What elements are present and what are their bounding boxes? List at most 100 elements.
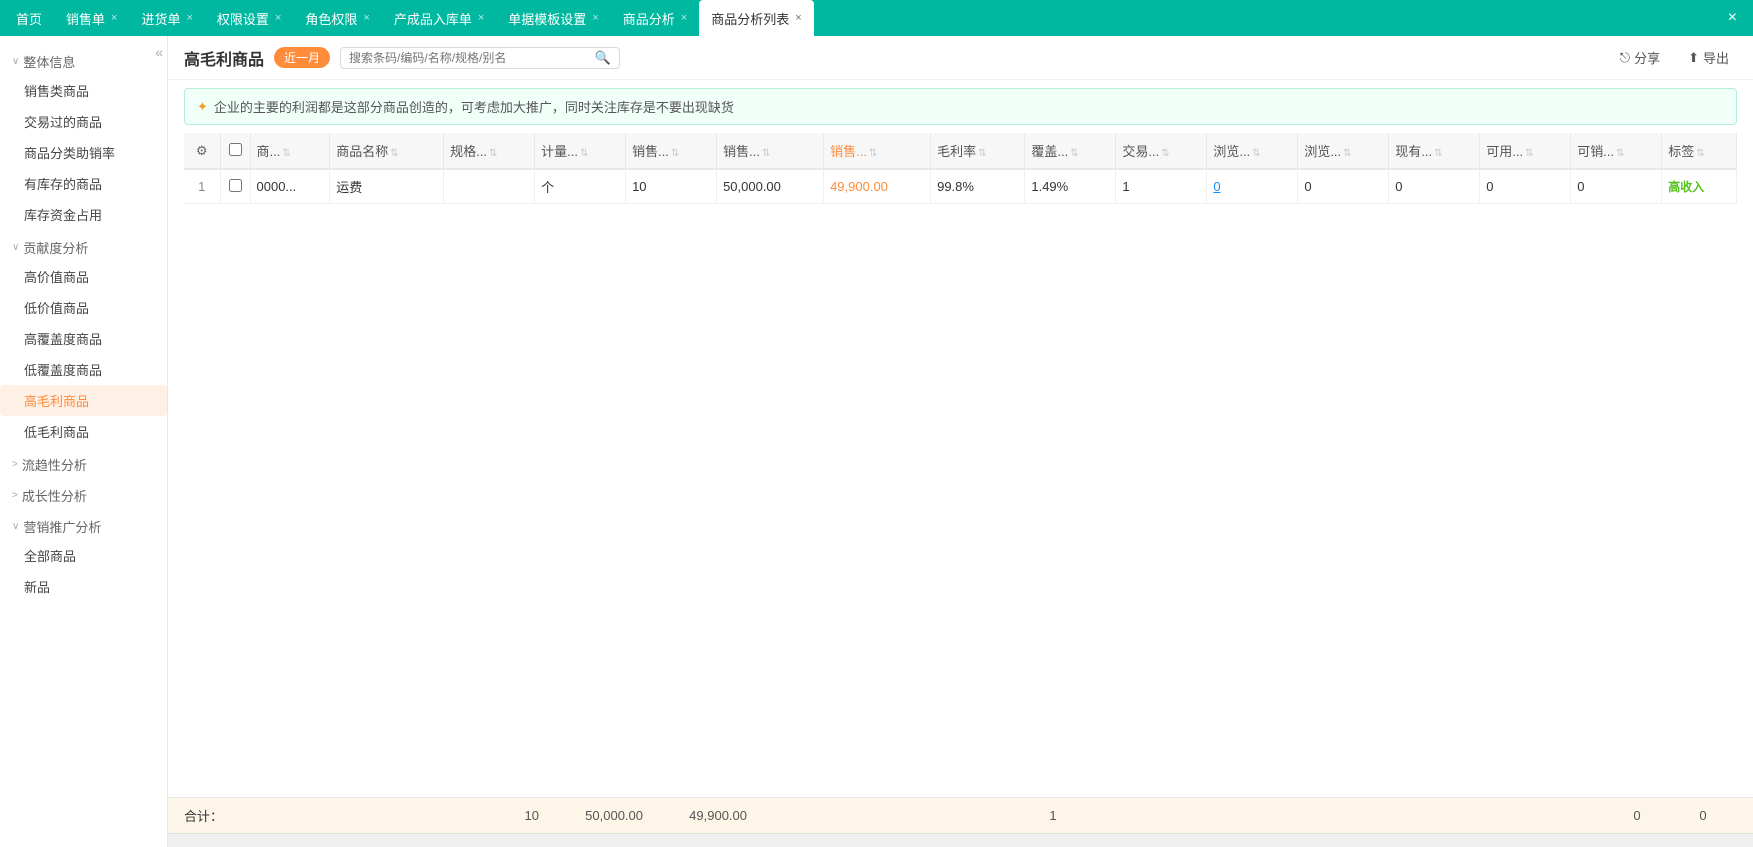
table-header-5[interactable]: 计量...⇅ <box>535 133 626 169</box>
sidebar-item-销售类商品[interactable]: 销售类商品 <box>0 75 167 106</box>
sort-icon-10: ⇅ <box>1070 148 1078 159</box>
table-header-13[interactable]: 浏览...⇅ <box>1298 133 1389 169</box>
nav-item-销售单[interactable]: 销售单× <box>54 0 129 36</box>
row-coverage: 1.49% <box>1025 169 1116 204</box>
info-banner-text: 企业的主要的利润都是这部分商品创造的，可考虑加大推广，同时关注库存是不要出现缺货 <box>214 97 734 116</box>
nav-item-角色权限[interactable]: 角色权限× <box>293 0 381 36</box>
nav-item-权限设置[interactable]: 权限设置× <box>205 0 293 36</box>
header-actions: ⎋ 分享 ⬆ 导出 <box>1612 44 1737 71</box>
row-checkbox[interactable] <box>220 169 250 204</box>
table-row: 10000...运费个1050,000.0049,900.0099.8%1.49… <box>184 169 1737 204</box>
row-current: 0 <box>1389 169 1480 204</box>
table-header-0[interactable]: ⚙ <box>184 133 220 169</box>
table-header-3[interactable]: 商品名称⇅ <box>330 133 444 169</box>
sidebar-group-label-营销推广分析: 营销推广分析 <box>23 517 101 536</box>
select-all-checkbox[interactable] <box>229 143 242 156</box>
table-header-11[interactable]: 交易...⇅ <box>1116 133 1207 169</box>
footer-totals-bar: 合计： 10 50,000.00 49,900.00 1 0 0 <box>168 797 1753 833</box>
data-table: ⚙商...⇅商品名称⇅规格...⇅计量...⇅销售...⇅销售...⇅销售...… <box>184 133 1737 204</box>
filter-recent-month-button[interactable]: 近一月 <box>274 47 330 68</box>
sidebar-item-有库存的商品[interactable]: 有库存的商品 <box>0 168 167 199</box>
row-transaction: 1 <box>1116 169 1207 204</box>
table-header-14[interactable]: 现有...⇅ <box>1389 133 1480 169</box>
sidebar-item-库存资金占用[interactable]: 库存资金占用 <box>0 199 167 230</box>
table-header-15[interactable]: 可用...⇅ <box>1480 133 1571 169</box>
nav-item-进货单[interactable]: 进货单× <box>129 0 204 36</box>
table-header-8[interactable]: 销售...⇅ <box>824 133 931 169</box>
table-header-6[interactable]: 销售...⇅ <box>626 133 717 169</box>
sort-icon-3: ⇅ <box>390 148 398 159</box>
sidebar-item-低毛利商品[interactable]: 低毛利商品 <box>0 416 167 447</box>
sidebar-group-arrow-整体信息: ∨ <box>12 56 19 67</box>
row-spec <box>444 169 535 204</box>
row-name: 运费 <box>330 169 444 204</box>
sidebar-group-title-贡献度分析[interactable]: ∨贡献度分析 <box>0 230 167 261</box>
sort-icon-14: ⇅ <box>1434 148 1442 159</box>
sidebar-item-新品[interactable]: 新品 <box>0 571 167 602</box>
share-button[interactable]: ⎋ 分享 <box>1612 44 1668 71</box>
sidebar-item-低价值商品[interactable]: 低价值商品 <box>0 292 167 323</box>
sidebar-item-低覆盖度商品[interactable]: 低覆盖度商品 <box>0 354 167 385</box>
nav-close-进货单[interactable]: × <box>186 12 192 24</box>
sidebar-group-arrow-流趋性分析: > <box>12 459 18 470</box>
nav-item-单据模板设置[interactable]: 单据模板设置× <box>496 0 610 36</box>
sidebar-group-label-整体信息: 整体信息 <box>23 52 75 71</box>
sidebar-group-label-成长性分析: 成长性分析 <box>22 486 87 505</box>
sidebar-item-商品分类助销率[interactable]: 商品分类助销率 <box>0 137 167 168</box>
table-header-17[interactable]: 标签⇅ <box>1662 133 1737 169</box>
nav-item-商品分析[interactable]: 商品分析× <box>611 0 699 36</box>
table-header-16[interactable]: 可销...⇅ <box>1571 133 1662 169</box>
nav-close-商品分析[interactable]: × <box>681 12 687 24</box>
sort-icon-17: ⇅ <box>1696 148 1704 159</box>
row-sales2: 50,000.00 <box>717 169 824 204</box>
search-input[interactable] <box>349 51 595 65</box>
sidebar-item-高覆盖度商品[interactable]: 高覆盖度商品 <box>0 323 167 354</box>
sidebar-collapse-button[interactable]: « <box>155 44 163 60</box>
nav-close-角色权限[interactable]: × <box>363 12 369 24</box>
nav-close-权限设置[interactable]: × <box>275 12 281 24</box>
nav-item-产成品入库单[interactable]: 产成品入库单× <box>382 0 496 36</box>
nav-close-商品分析列表[interactable]: × <box>795 12 801 24</box>
table-header-2[interactable]: 商...⇅ <box>250 133 330 169</box>
nav-close-产成品入库单[interactable]: × <box>478 12 484 24</box>
sort-icon-5: ⇅ <box>580 148 588 159</box>
footer-sales1: 10 <box>487 808 547 823</box>
window-close-button[interactable]: × <box>1716 9 1749 27</box>
row-tag: 高收入 <box>1662 169 1737 204</box>
sort-icon-12: ⇅ <box>1252 148 1260 159</box>
main-layout: « ∨ 整体信息销售类商品交易过的商品商品分类助销率有库存的商品库存资金占用∨贡献… <box>0 36 1753 847</box>
sidebar-item-高毛利商品[interactable]: 高毛利商品 <box>0 385 167 416</box>
row-available: 0 <box>1480 169 1571 204</box>
nav-item-首页[interactable]: 首页 <box>4 0 54 36</box>
table-header-9[interactable]: 毛利率⇅ <box>931 133 1025 169</box>
sidebar-group-title-营销推广分析[interactable]: ∨营销推广分析 <box>0 509 167 540</box>
nav-item-商品分析列表[interactable]: 商品分析列表× <box>699 0 813 36</box>
footer-available: 0 <box>1611 808 1671 823</box>
nav-close-单据模板设置[interactable]: × <box>592 12 598 24</box>
sidebar-group-title-流趋性分析[interactable]: > 流趋性分析 <box>0 447 167 478</box>
sidebar-item-全部商品[interactable]: 全部商品 <box>0 540 167 571</box>
sidebar-group-title-成长性分析[interactable]: >成长性分析 <box>0 478 167 509</box>
sidebar-item-交易过的商品[interactable]: 交易过的商品 <box>0 106 167 137</box>
table-header-4[interactable]: 规格...⇅ <box>444 133 535 169</box>
sidebar-group-成长性分析: >成长性分析 <box>0 478 167 509</box>
horizontal-scrollbar[interactable] <box>168 833 1753 847</box>
row-browse1[interactable]: 0 <box>1207 169 1298 204</box>
nav-close-销售单[interactable]: × <box>111 12 117 24</box>
export-button[interactable]: ⬆ 导出 <box>1680 44 1737 71</box>
sort-icon-15: ⇅ <box>1525 148 1533 159</box>
sidebar-group-label-流趋性分析: 流趋性分析 <box>22 455 87 474</box>
row-checkbox-input[interactable] <box>229 179 242 192</box>
sort-icon-13: ⇅ <box>1343 148 1351 159</box>
table-header-1[interactable] <box>220 133 250 169</box>
sidebar-group-营销推广分析: ∨营销推广分析全部商品新品 <box>0 509 167 602</box>
table-header-12[interactable]: 浏览...⇅ <box>1207 133 1298 169</box>
table-header-10[interactable]: 覆盖...⇅ <box>1025 133 1116 169</box>
sidebar-item-高价值商品[interactable]: 高价值商品 <box>0 261 167 292</box>
sidebar-group-title-整体信息[interactable]: ∨ 整体信息 <box>0 44 167 75</box>
sort-icon-16: ⇅ <box>1616 148 1624 159</box>
footer-label: 合计： <box>184 806 223 825</box>
info-banner: ✦ 企业的主要的利润都是这部分商品创造的，可考虑加大推广，同时关注库存是不要出现… <box>184 88 1737 125</box>
search-icon[interactable]: 🔍 <box>595 50 611 66</box>
table-header-7[interactable]: 销售...⇅ <box>717 133 824 169</box>
